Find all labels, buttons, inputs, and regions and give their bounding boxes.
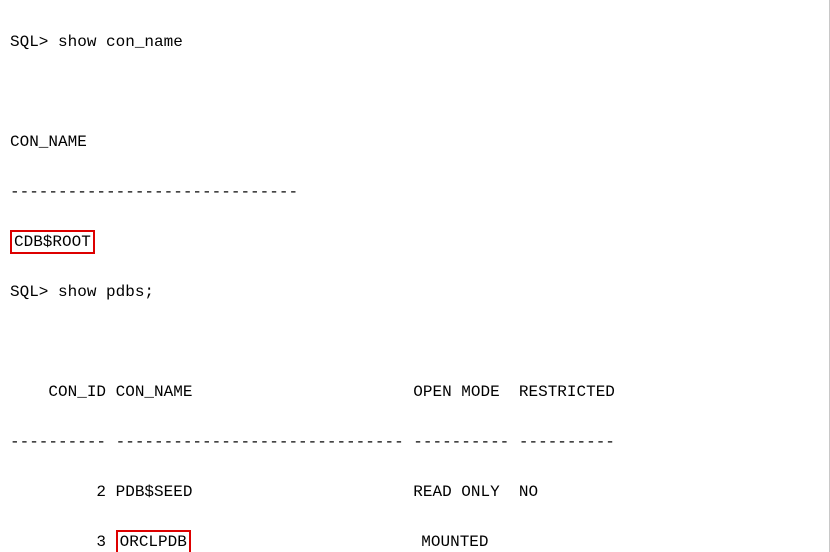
cmd-show-con-name-1: show con_name: [58, 33, 183, 51]
pdb-row-pre: 3: [10, 533, 116, 551]
pdb-name-seed: PDB$SEED: [116, 483, 193, 501]
pdb-row: 3 ORCLPDB MOUNTED: [10, 530, 820, 552]
highlight-cdb-root: CDB$ROOT: [10, 230, 95, 254]
result-line-root: CDB$ROOT: [10, 230, 820, 255]
cmd-show-pdbs: show pdbs;: [58, 283, 154, 301]
column-header-con-name-1: CON_NAME: [10, 130, 820, 155]
sql-prompt: SQL>: [10, 33, 58, 51]
pdbs-header: CON_ID CON_NAME OPEN MODE RESTRICTED: [10, 380, 820, 405]
pdb-row-pre: 2: [10, 483, 116, 501]
sql-prompt: SQL>: [10, 283, 58, 301]
pdb-row-rest: MOUNTED: [191, 533, 489, 551]
terminal-output: SQL> show con_name CON_NAME ------------…: [0, 0, 830, 552]
pdb-row: 2 PDB$SEED READ ONLY NO: [10, 480, 820, 505]
pdbs-dashes: ---------- -----------------------------…: [10, 430, 820, 455]
highlight-orclpdb-row: ORCLPDB: [116, 530, 191, 552]
dashes-1: ------------------------------: [10, 180, 820, 205]
pdb-row-rest: READ ONLY NO: [192, 483, 538, 501]
blank-line: [10, 80, 820, 105]
blank-line: [10, 330, 820, 355]
sql-prompt-line: SQL> show pdbs;: [10, 280, 820, 305]
sql-prompt-line: SQL> show con_name: [10, 30, 820, 55]
